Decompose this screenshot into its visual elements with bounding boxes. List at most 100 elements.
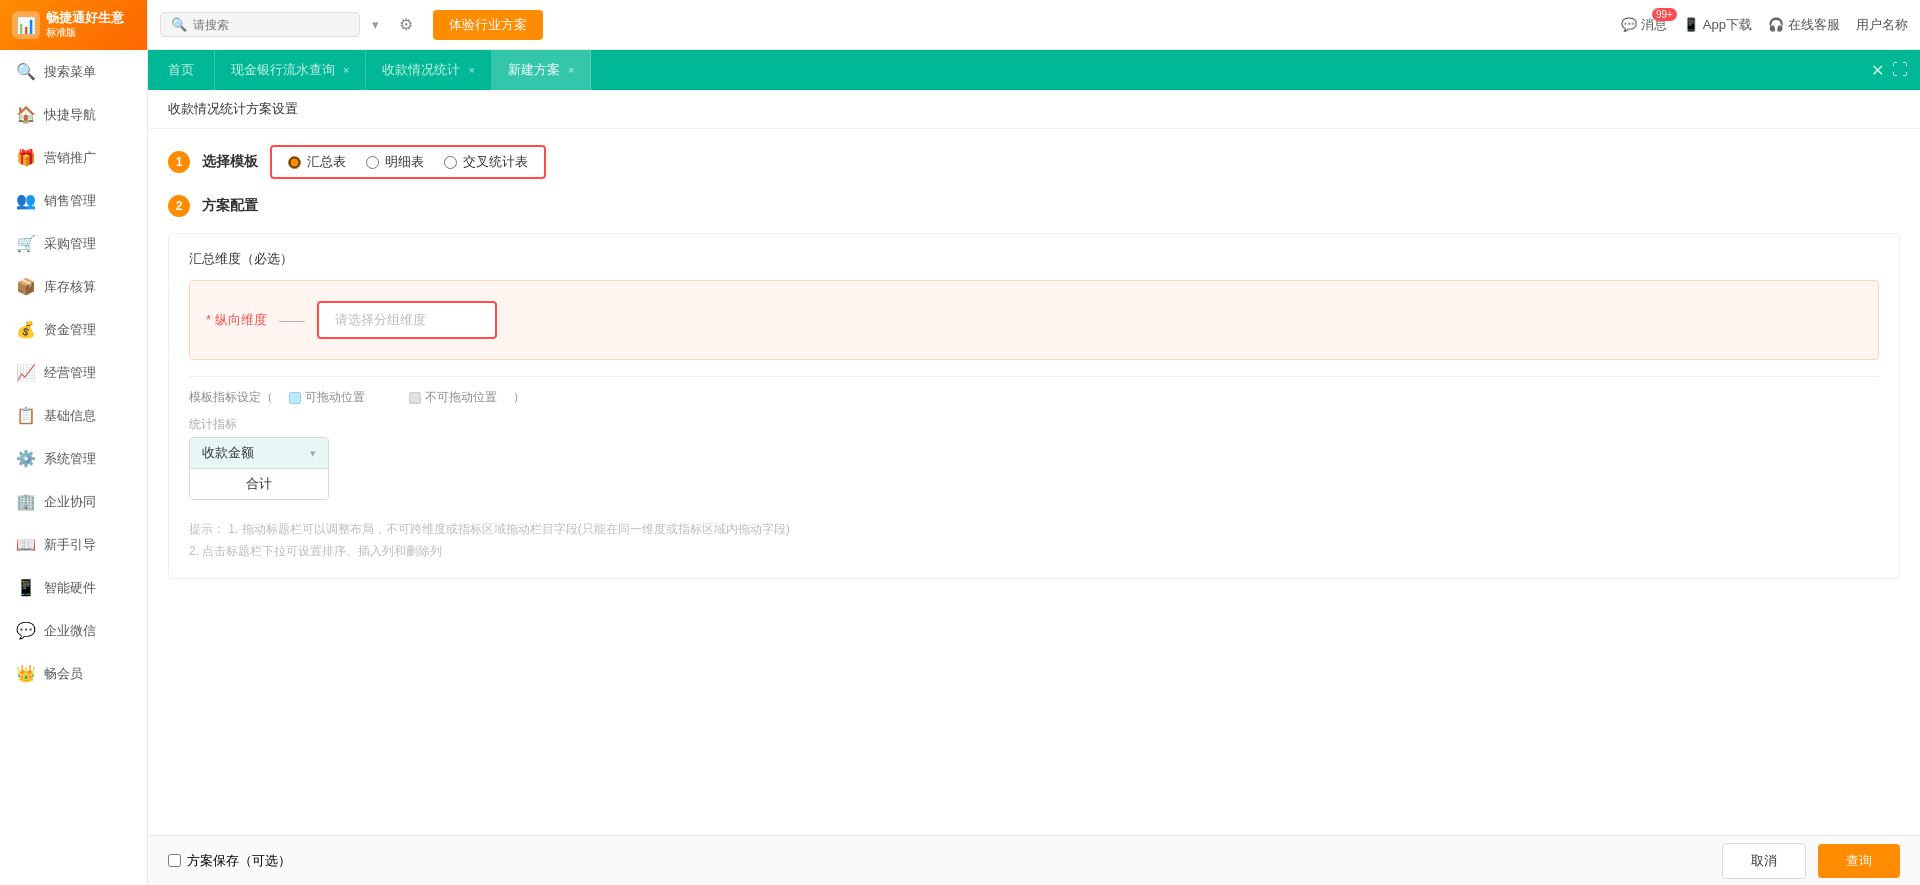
tab-bar-controls: ✕ ⛶ (1859, 50, 1920, 90)
radio-summary[interactable]: 汇总表 (288, 153, 346, 171)
stat-table: 收款金额 ▾ 合计 (189, 437, 329, 500)
sidebar-label-weixin: 企业微信 (44, 622, 96, 640)
app-download-link[interactable]: 📱 App下载 (1683, 16, 1752, 34)
non-draggable-dot (409, 392, 421, 404)
sidebar-label-system: 系统管理 (44, 450, 96, 468)
sidebar-item-inventory[interactable]: 📦 库存核算 (0, 265, 147, 308)
trial-industry-button[interactable]: 体验行业方案 (433, 10, 543, 40)
sidebar-item-enterprise[interactable]: 🏢 企业协同 (0, 480, 147, 523)
guide-icon: 📖 (16, 535, 36, 554)
sidebar-item-basic-info[interactable]: 📋 基础信息 (0, 394, 147, 437)
step2-row: 2 方案配置 (168, 195, 1900, 217)
marketing-icon: 🎁 (16, 148, 36, 167)
dimension-selector[interactable]: 请选择分组维度 (317, 301, 497, 339)
search-input[interactable] (193, 18, 343, 32)
tab-bank-flow-close[interactable]: × (343, 64, 349, 76)
footer: 方案保存（可选） 取消 查询 (148, 835, 1920, 885)
sidebar-item-marketing[interactable]: 🎁 营销推广 (0, 136, 147, 179)
sidebar-item-system[interactable]: ⚙️ 系统管理 (0, 437, 147, 480)
sidebar-label-guide: 新手引导 (44, 536, 96, 554)
cancel-button[interactable]: 取消 (1722, 843, 1806, 879)
sidebar-item-member[interactable]: 👑 畅会员 (0, 652, 147, 695)
radio-cross-input[interactable] (444, 156, 457, 169)
radio-detail-label[interactable]: 明细表 (385, 153, 424, 171)
finance-icon: 💰 (16, 320, 36, 339)
legend-separator (381, 389, 393, 406)
sidebar-item-smart-hw[interactable]: 📱 智能硬件 (0, 566, 147, 609)
basic-info-icon: 📋 (16, 406, 36, 425)
step1-title: 选择模板 (202, 153, 258, 171)
tab-new-plan[interactable]: 新建方案 × (492, 50, 591, 90)
tab-bank-flow[interactable]: 现金银行流水查询 × (215, 50, 366, 90)
legend-non-draggable-item: 不可拖动位置 (409, 389, 497, 406)
sidebar-item-finance[interactable]: 💰 资金管理 (0, 308, 147, 351)
online-support-link[interactable]: 🎧 在线客服 (1768, 16, 1840, 34)
content-area: 收款情况统计方案设置 1 选择模板 汇总表 明细表 (148, 90, 1920, 835)
sidebar-label-quick-nav: 快捷导航 (44, 106, 96, 124)
logo-name: 畅捷通好生意 (46, 10, 124, 26)
sidebar-label-search-menu: 搜索菜单 (44, 63, 96, 81)
logo-version: 标准版 (46, 26, 124, 40)
sidebar-item-purchase[interactable]: 🛒 采购管理 (0, 222, 147, 265)
dimension-arrow: —— (279, 313, 305, 328)
main-area: 🔍 ▾ ⚙ 体验行业方案 💬 消息 99+ 📱 App下载 🎧 在线客服 用户名… (148, 0, 1920, 885)
stat-table-chevron-icon[interactable]: ▾ (310, 447, 316, 460)
quick-nav-icon: 🏠 (16, 105, 36, 124)
query-button[interactable]: 查询 (1818, 844, 1900, 878)
stat-table-cell: 合计 (190, 469, 328, 499)
chevron-down-icon[interactable]: ▾ (372, 17, 379, 32)
sidebar: 📊 畅捷通好生意 标准版 🔍 搜索菜单 🏠 快捷导航 🎁 营销推广 👥 销售管理… (0, 0, 148, 885)
app-icon: 📱 (1683, 17, 1699, 32)
tips-section: 提示： 1. 拖动标题栏可以调整布局，不可跨维度或指标区域拖动栏目字段(只能在同… (189, 519, 1879, 562)
dimension-title: 汇总维度（必选） (189, 250, 1879, 268)
tab-home[interactable]: 首页 (148, 50, 215, 90)
sidebar-label-basic-info: 基础信息 (44, 407, 96, 425)
sidebar-item-search-menu[interactable]: 🔍 搜索菜单 (0, 50, 147, 93)
radio-detail[interactable]: 明细表 (366, 153, 424, 171)
gear-button[interactable]: ⚙ (391, 10, 421, 40)
logo-icon: 📊 (12, 11, 40, 39)
tab-collection-stat-label: 收款情况统计 (382, 61, 460, 79)
sidebar-label-sales: 销售管理 (44, 192, 96, 210)
message-badge[interactable]: 💬 消息 99+ (1621, 16, 1667, 34)
tab-close-all-icon[interactable]: ✕ (1871, 61, 1884, 80)
sidebar-label-marketing: 营销推广 (44, 149, 96, 167)
draggable-dot (289, 392, 301, 404)
save-plan-checkbox[interactable] (168, 854, 181, 867)
tip-1: 提示： 1. 拖动标题栏可以调整布局，不可跨维度或指标区域拖动栏目字段(只能在同… (189, 519, 1879, 541)
radio-cross[interactable]: 交叉统计表 (444, 153, 528, 171)
radio-detail-input[interactable] (366, 156, 379, 169)
enterprise-icon: 🏢 (16, 492, 36, 511)
message-icon: 💬 (1621, 17, 1637, 32)
tab-expand-icon[interactable]: ⛶ (1892, 61, 1908, 79)
stat-table-header[interactable]: 收款金额 ▾ (190, 438, 328, 469)
radio-summary-input[interactable] (288, 156, 301, 169)
tip-2: 2. 点击标题栏下拉可设置排序、插入列和删除列 (189, 541, 1879, 563)
search-box[interactable]: 🔍 (160, 12, 360, 37)
tab-collection-stat[interactable]: 收款情况统计 × (366, 50, 491, 90)
legend-draggable-label: 可拖动位置 (305, 389, 365, 406)
tab-bar: 首页 现金银行流水查询 × 收款情况统计 × 新建方案 × ✕ ⛶ (148, 50, 1920, 90)
sales-icon: 👥 (16, 191, 36, 210)
save-plan-checkbox-label[interactable]: 方案保存（可选） (168, 852, 291, 870)
template-selector: 汇总表 明细表 交叉统计表 (270, 145, 546, 179)
sidebar-item-operation[interactable]: 📈 经营管理 (0, 351, 147, 394)
sidebar-label-finance: 资金管理 (44, 321, 96, 339)
inventory-icon: 📦 (16, 277, 36, 296)
purchase-icon: 🛒 (16, 234, 36, 253)
tab-new-plan-close[interactable]: × (568, 64, 574, 76)
page-header: 收款情况统计方案设置 (148, 90, 1920, 129)
tab-bank-flow-label: 现金银行流水查询 (231, 61, 335, 79)
sidebar-item-guide[interactable]: 📖 新手引导 (0, 523, 147, 566)
sidebar-item-sales[interactable]: 👥 销售管理 (0, 179, 147, 222)
radio-cross-label[interactable]: 交叉统计表 (463, 153, 528, 171)
weixin-icon: 💬 (16, 621, 36, 640)
step2-badge: 2 (168, 195, 190, 217)
user-info[interactable]: 用户名称 (1856, 16, 1908, 34)
indicator-legend: 模板指标设定（ 可拖动位置 不可拖动位置 ） (189, 389, 1879, 406)
tab-collection-stat-close[interactable]: × (468, 64, 474, 76)
page-title: 收款情况统计方案设置 (168, 101, 298, 116)
sidebar-item-weixin[interactable]: 💬 企业微信 (0, 609, 147, 652)
sidebar-item-quick-nav[interactable]: 🏠 快捷导航 (0, 93, 147, 136)
radio-summary-label[interactable]: 汇总表 (307, 153, 346, 171)
